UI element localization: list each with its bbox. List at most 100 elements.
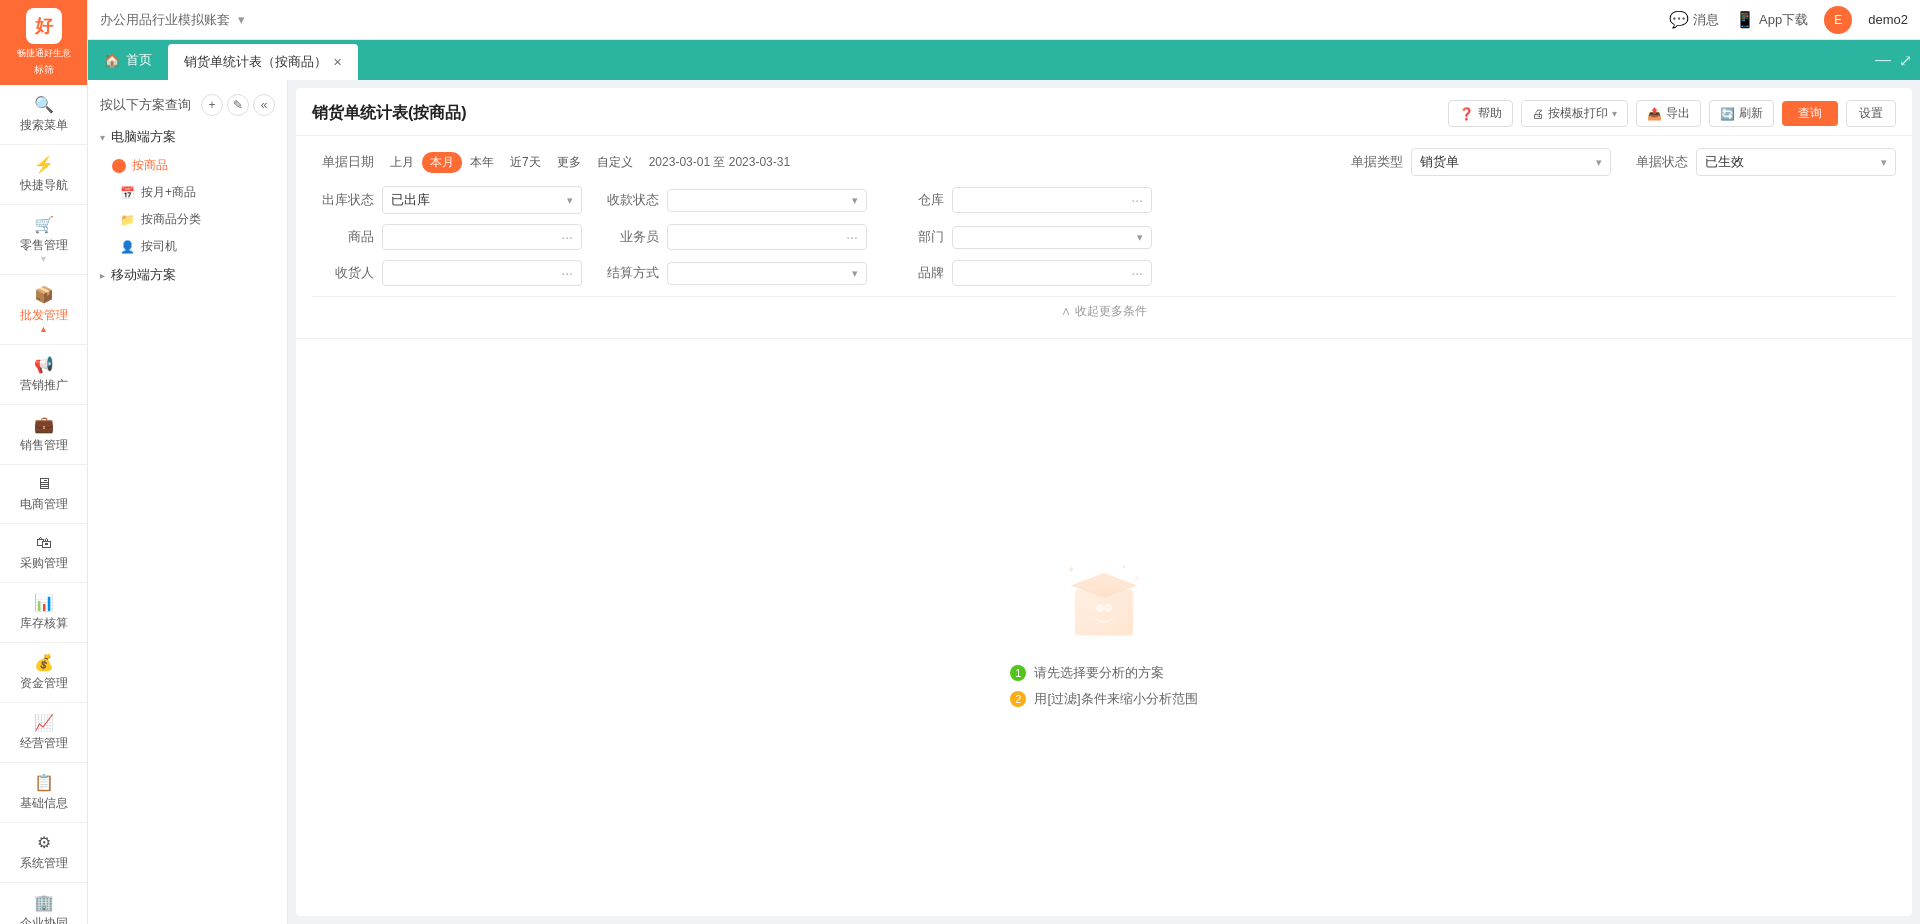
tab-report[interactable]: 销货单统计表（按商品） ✕ [168,44,358,80]
tab-maximize-icon[interactable]: ⤢ [1899,51,1912,70]
department-select[interactable]: ▾ [952,226,1152,249]
logo-icon: 好 [26,8,62,44]
receiver-dots[interactable]: ··· [561,265,573,281]
tab-minimize-icon[interactable]: — [1875,51,1891,69]
receiver-label: 收货人 [312,264,382,282]
left-panel: 按以下方案查询 + ✎ « ▾ 电脑端方案 按商品 📅 按月+商品 [88,80,288,924]
doc-type-select[interactable]: 销货单 ▾ [1411,148,1611,176]
sub-item-by-cashier[interactable]: 👤 按司机 [88,233,287,260]
breadcrumb-dropdown-icon[interactable]: ▾ [238,12,245,27]
sidebar-item-retail[interactable]: 🛒 零售管理 ▼ [0,205,87,275]
payment-select[interactable]: ▾ [667,262,867,285]
doc-status-label: 单据状态 [1631,153,1696,171]
sidebar-item-operation[interactable]: 📈 经营管理 [0,703,87,763]
brand-input[interactable]: ··· [952,260,1152,286]
sub-item-by-category[interactable]: 📁 按商品分类 [88,206,287,233]
date-tab-last7[interactable]: 近7天 [502,152,549,173]
employee-label: 业务员 [602,228,667,246]
sidebar-item-finance[interactable]: 💰 资金管理 [0,643,87,703]
mobile-group-label: 移动端方案 [111,266,176,284]
out-status-select[interactable]: 已出库 ▾ [382,186,582,214]
filter-row-1: 单据日期 上月 本月 本年 近7天 更多 自定义 2023-03-01 至 20… [312,148,1896,176]
sidebar-item-inventory[interactable]: 📊 库存核算 [0,583,87,643]
brand-dots[interactable]: ··· [1131,265,1143,281]
sidebar-item-basic[interactable]: 📋 基础信息 [0,763,87,823]
tab-close-icon[interactable]: ✕ [333,56,342,69]
help-icon: ❓ [1459,107,1474,121]
sidebar-item-quick[interactable]: ⚡ 快捷导航 [0,145,87,205]
tree-pc-group[interactable]: ▾ 电脑端方案 [88,122,287,152]
sidebar-item-purchase[interactable]: 🛍 采购管理 [0,524,87,583]
panel-edit-btn[interactable]: ✎ [227,94,249,116]
svg-text:✦: ✦ [1067,564,1075,575]
date-tab-last-month[interactable]: 上月 [382,152,422,173]
date-tab-more[interactable]: 更多 [549,152,589,173]
tab-bar: 🏠 首页 销货单统计表（按商品） ✕ — ⤢ [88,40,1920,80]
sidebar-item-marketing[interactable]: 📢 营销推广 [0,345,87,405]
user-name[interactable]: demo2 [1868,12,1908,27]
sidebar-item-ecommerce-label: 电商管理 [20,496,68,513]
sidebar-item-system[interactable]: ⚙ 系统管理 [0,823,87,883]
employee-input[interactable]: ··· [667,224,867,250]
refresh-btn[interactable]: 🔄 刷新 [1709,100,1774,127]
goods-dot-icon [112,159,126,173]
print-btn[interactable]: 🖨 按模板打印 ▾ [1521,100,1628,127]
filter-area: 单据日期 上月 本月 本年 近7天 更多 自定义 2023-03-01 至 20… [296,136,1912,339]
date-filter-control: 上月 本月 本年 近7天 更多 自定义 2023-03-01 至 2023-03… [382,152,1326,173]
tree-arrow-down: ▾ [100,132,105,143]
print-icon: 🖨 [1532,107,1544,121]
receiver-input[interactable]: ··· [382,260,582,286]
panel-collapse-btn[interactable]: « [253,94,275,116]
date-tab-this-month[interactable]: 本月 [422,152,462,173]
logo-text: 畅捷通好生意 [17,48,71,59]
query-btn[interactable]: 查询 [1782,101,1838,126]
panel-add-btn[interactable]: + [201,94,223,116]
message-btn[interactable]: 💬 消息 [1669,10,1719,29]
doc-type-label: 单据类型 [1346,153,1411,171]
sidebar-item-basic-label: 基础信息 [20,795,68,812]
date-tab-custom[interactable]: 自定义 [589,152,641,173]
sidebar-item-system-label: 系统管理 [20,855,68,872]
export-icon: 📤 [1647,107,1662,121]
goods-input[interactable]: ··· [382,224,582,250]
collect-status-select[interactable]: ▾ [667,189,867,212]
svg-text:✦: ✦ [1133,573,1140,583]
sidebar-item-enterprise[interactable]: 🏢 企业协同 [0,883,87,924]
sidebar-item-wholesale[interactable]: 📦 批发管理 ▲ [0,275,87,345]
app-download-btn[interactable]: 📱 App下载 [1735,10,1808,29]
sidebar-item-ecommerce[interactable]: 🖥 电商管理 [0,465,87,524]
sidebar-item-sales[interactable]: 💼 销售管理 [0,405,87,465]
doc-type-value: 销货单 [1420,153,1459,171]
page-header: 销货单统计表(按商品) ❓ 帮助 🖨 按模板打印 ▾ 📤 导出 [296,88,1912,136]
settings-btn[interactable]: 设置 [1846,100,1896,127]
finance-icon: 💰 [34,653,54,672]
svg-point-1 [1096,603,1104,611]
tree-mobile-group[interactable]: ▸ 移动端方案 [88,260,287,290]
basic-icon: 📋 [34,773,54,792]
warehouse-input[interactable]: ··· [952,187,1152,213]
user-avatar[interactable]: E [1824,6,1852,34]
goods-label: 商品 [312,228,382,246]
tip-num-2: 2 [1010,691,1026,707]
sidebar-item-quick-label: 快捷导航 [20,177,68,194]
goods-dots[interactable]: ··· [561,229,573,245]
doc-status-value: 已生效 [1705,153,1744,171]
sub-item-by-month-goods[interactable]: 📅 按月+商品 [88,179,287,206]
header-left: 办公用品行业模拟账套 ▾ [100,11,245,29]
employee-dots[interactable]: ··· [846,229,858,245]
export-btn[interactable]: 📤 导出 [1636,100,1701,127]
department-label: 部门 [887,228,952,246]
sidebar-item-search[interactable]: 🔍 搜索菜单 [0,85,87,145]
collapse-bar[interactable]: ∧ 收起更多条件 [312,296,1896,326]
doc-status-select[interactable]: 已生效 ▾ [1696,148,1896,176]
warehouse-dots[interactable]: ··· [1131,192,1143,208]
tip-text-1: 请先选择要分析的方案 [1034,664,1164,682]
wholesale-arrow: ▲ [39,324,48,334]
logo-area[interactable]: 好 畅捷通好生意 标筛 [0,0,87,85]
tab-home[interactable]: 🏠 首页 [88,40,168,80]
date-tab-this-year[interactable]: 本年 [462,152,502,173]
tip-text-2: 用[过滤]条件来缩小分析范围 [1034,690,1197,708]
help-btn[interactable]: ❓ 帮助 [1448,100,1513,127]
wholesale-icon: 📦 [34,285,54,304]
sub-item-by-goods[interactable]: 按商品 [88,152,287,179]
